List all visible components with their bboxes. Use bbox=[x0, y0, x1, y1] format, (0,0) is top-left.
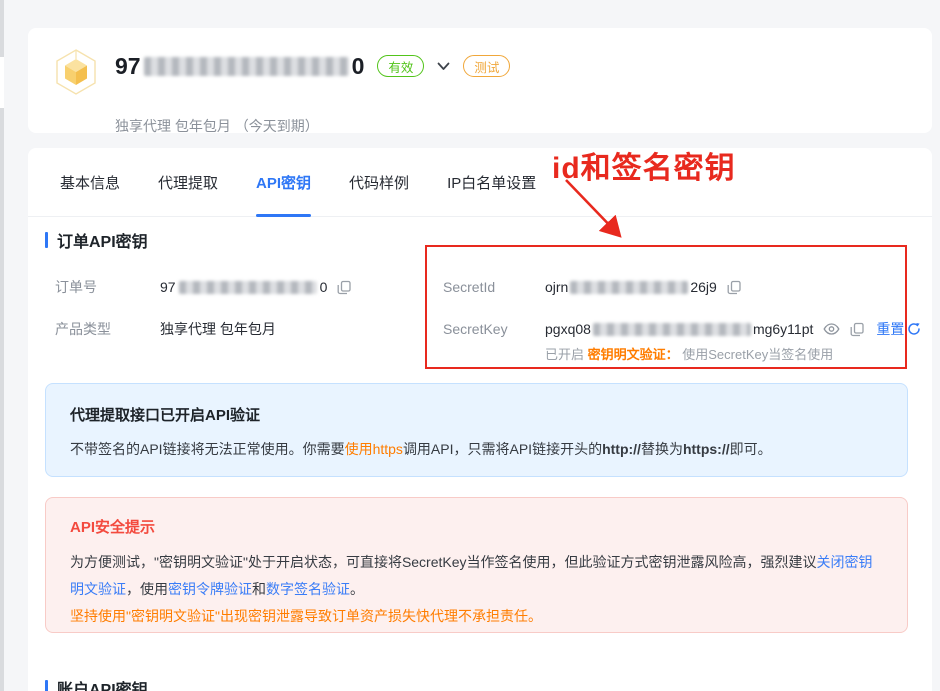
order-subtitle: 独享代理 包年包月 （今天到期） bbox=[115, 116, 319, 136]
order-no-label: 订单号 bbox=[55, 277, 160, 297]
key-token-auth-link[interactable]: 密钥令牌验证 bbox=[168, 581, 252, 597]
plaintext-auth-status: 已开启 密钥明文验证： 使用SecretKey当签名使用 bbox=[545, 344, 833, 363]
plain-status-suffix: 使用SecretKey当签名使用 bbox=[679, 347, 834, 362]
warning-box-body: 为方便测试，"密钥明文验证"处于开启状态，可直接将SecretKey当作签名使用… bbox=[70, 549, 883, 630]
digital-signature-auth-link[interactable]: 数字签名验证 bbox=[266, 581, 350, 597]
order-number-redacted bbox=[144, 57, 349, 76]
order-no-redacted bbox=[179, 281, 317, 294]
secret-id-value: ojrn 26j9 bbox=[545, 279, 717, 295]
secret-id-suffix: 26j9 bbox=[690, 279, 716, 295]
tab-basic-info[interactable]: 基本信息 bbox=[60, 148, 120, 217]
secret-key-suffix: mg6y11pt bbox=[753, 321, 813, 337]
secret-key-value: pgxq08 mg6y11pt bbox=[545, 321, 813, 337]
secret-id-prefix: ojrn bbox=[545, 279, 568, 295]
warning-text: 和 bbox=[252, 581, 266, 597]
api-key-panel: 基本信息 代理提取 API密钥 代码样例 IP白名单设置 订单API密钥 订单号… bbox=[28, 148, 932, 691]
env-badge: 测试 bbox=[463, 55, 510, 77]
annotation-arrow bbox=[556, 174, 640, 248]
info-box-title: 代理提取接口已开启API验证 bbox=[70, 404, 883, 425]
warning-text: ，使用 bbox=[126, 581, 168, 597]
section-title-text: 账户API密钥 bbox=[57, 676, 148, 691]
chevron-down-icon[interactable] bbox=[437, 62, 450, 71]
order-no-prefix: 97 bbox=[160, 279, 176, 295]
secret-id-row: SecretId ojrn 26j9 bbox=[443, 276, 741, 298]
api-verify-info-box: 代理提取接口已开启API验证 不带签名的API链接将无法正常使用。你需要使用ht… bbox=[45, 383, 908, 477]
info-text: 即可。 bbox=[730, 441, 772, 457]
tab-ip-whitelist[interactable]: IP白名单设置 bbox=[447, 148, 536, 217]
tab-proxy-extract[interactable]: 代理提取 bbox=[158, 148, 218, 217]
copy-icon[interactable] bbox=[727, 280, 741, 295]
order-number-row: 订单号 97 0 bbox=[55, 276, 351, 298]
plain-status-highlight: 密钥明文验证： bbox=[588, 347, 679, 362]
warning-box-title: API安全提示 bbox=[70, 516, 883, 537]
secret-id-label: SecretId bbox=[443, 279, 545, 295]
plain-status-prefix: 已开启 bbox=[545, 347, 588, 362]
info-text: 不带签名的API链接将无法正常使用。你需要 bbox=[70, 441, 345, 457]
order-number: 97 0 bbox=[115, 53, 364, 80]
copy-icon[interactable] bbox=[337, 280, 351, 295]
order-no-suffix: 0 bbox=[320, 279, 328, 295]
info-text: 调用API，只需将API链接开头的 bbox=[403, 441, 602, 457]
product-type-value: 独享代理 包年包月 bbox=[160, 319, 276, 339]
product-type-row: 产品类型 独享代理 包年包月 bbox=[55, 318, 276, 340]
api-security-warning-box: API安全提示 为方便测试，"密钥明文验证"处于开启状态，可直接将SecretK… bbox=[45, 497, 908, 633]
product-type-label: 产品类型 bbox=[55, 319, 160, 339]
copy-icon[interactable] bbox=[850, 322, 864, 337]
order-header-card: 97 0 有效 测试 独享代理 包年包月 （今天到期） bbox=[28, 28, 932, 133]
liability-disclaimer-text: 坚持使用"密钥明文验证"出现密钥泄露导致订单资产损失快代理不承担责任。 bbox=[70, 608, 542, 624]
order-no-value: 97 0 bbox=[160, 279, 327, 295]
section-title-bar bbox=[45, 680, 48, 691]
warning-text: 为方便测试，"密钥明文验证"处于开启状态，可直接将SecretKey当作签名使用… bbox=[70, 554, 817, 570]
info-text: 替换为 bbox=[641, 441, 683, 457]
account-api-key-section-title: 账户API密钥 bbox=[45, 676, 148, 691]
section-title-text: 订单API密钥 bbox=[57, 228, 148, 252]
info-box-body: 不带签名的API链接将无法正常使用。你需要使用https调用API，只需将API… bbox=[70, 438, 883, 460]
tab-bar: 基本信息 代理提取 API密钥 代码样例 IP白名单设置 bbox=[28, 148, 932, 217]
reset-secret-key-button[interactable]: 重置 bbox=[876, 319, 921, 339]
order-api-key-section-title: 订单API密钥 bbox=[45, 228, 148, 252]
secret-key-redacted bbox=[593, 323, 751, 336]
product-cube-icon bbox=[52, 48, 100, 101]
http-scheme-text: http:// bbox=[602, 441, 641, 457]
refresh-icon bbox=[907, 322, 921, 336]
warning-text: 。 bbox=[350, 581, 364, 597]
order-number-suffix: 0 bbox=[352, 53, 365, 80]
status-badge: 有效 bbox=[377, 55, 424, 77]
use-https-link[interactable]: 使用https bbox=[345, 441, 403, 457]
eye-icon[interactable] bbox=[823, 323, 840, 335]
secret-key-label: SecretKey bbox=[443, 321, 545, 337]
https-scheme-text: https:// bbox=[683, 441, 730, 457]
left-scrollbar-track bbox=[0, 0, 4, 691]
secret-key-prefix: pgxq08 bbox=[545, 321, 591, 337]
tab-code-samples[interactable]: 代码样例 bbox=[349, 148, 409, 217]
left-scrollbar-thumb[interactable] bbox=[0, 57, 4, 108]
section-title-bar bbox=[45, 232, 48, 248]
tab-api-key[interactable]: API密钥 bbox=[256, 148, 311, 217]
secret-id-redacted bbox=[570, 281, 688, 294]
secret-key-row: SecretKey pgxq08 mg6y11pt 重置 bbox=[443, 318, 921, 340]
reset-label: 重置 bbox=[876, 319, 904, 339]
order-number-prefix: 97 bbox=[115, 53, 141, 80]
